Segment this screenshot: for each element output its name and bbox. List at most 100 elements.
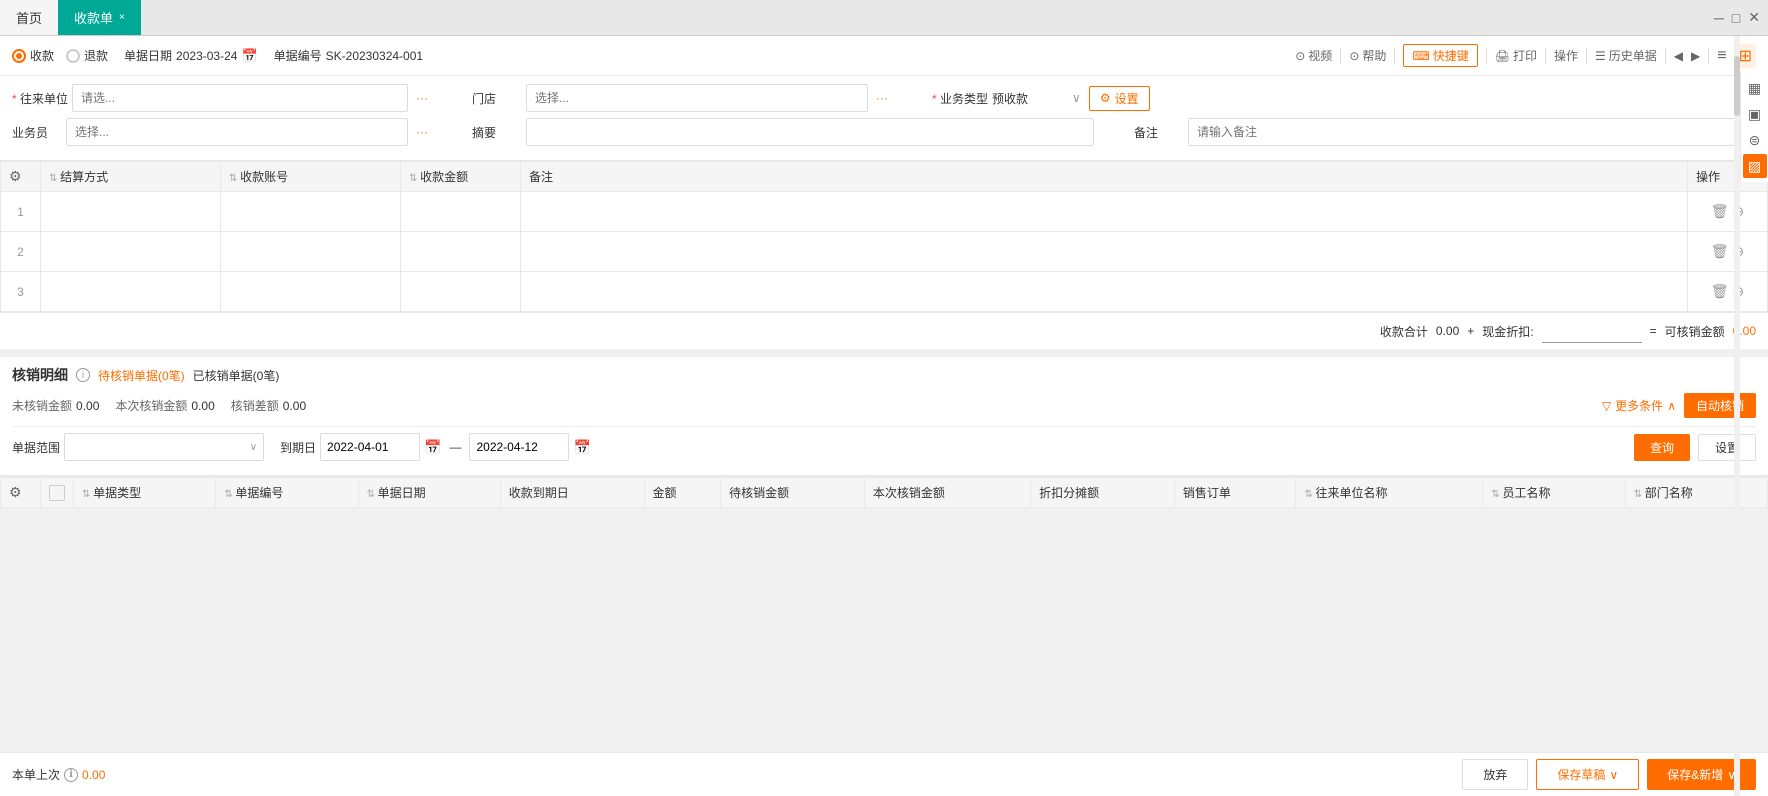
row-account-3[interactable] xyxy=(221,272,401,312)
summary-input[interactable] xyxy=(526,118,1094,146)
select-arrow-icon: ∨ xyxy=(250,442,257,453)
doc-type-radio-group: 收款 退款 xyxy=(12,47,108,64)
history-label: 历史单据 xyxy=(1609,47,1657,64)
maximize-button[interactable]: □ xyxy=(1732,10,1740,26)
sub-col-type: ⇅ 单据类型 xyxy=(74,478,216,508)
layout-list-icon[interactable]: ≡ xyxy=(1717,47,1726,65)
sort-cp-icon: ⇅ xyxy=(1304,489,1315,500)
video-icon: ⊙ xyxy=(1295,49,1305,63)
help-btn[interactable]: ⊙ 帮助 xyxy=(1349,47,1386,64)
store-field: 门店 ··· xyxy=(472,84,892,112)
staff-input[interactable] xyxy=(66,118,408,146)
note-field: 备注 xyxy=(1134,118,1756,146)
date-to-input[interactable] xyxy=(469,433,569,461)
calendar-from-icon[interactable]: 📅 xyxy=(424,439,441,456)
current-amount-value: 0.00 xyxy=(191,399,214,413)
discount-input[interactable] xyxy=(1542,319,1642,343)
video-btn[interactable]: ⊙ 视频 xyxy=(1295,47,1332,64)
minimize-button[interactable]: ─ xyxy=(1714,10,1724,26)
counterpart-more-icon[interactable]: ··· xyxy=(412,91,432,105)
row-settlement-3[interactable] xyxy=(41,272,221,312)
row-settlement-2[interactable] xyxy=(41,232,221,272)
sub-col-number: ⇅ 单据编号 xyxy=(216,478,358,508)
delete-row-2-icon[interactable]: 🗑 xyxy=(1711,243,1729,260)
toolbar-right: ⊙ 视频 ⊙ 帮助 ⌨ 快捷键 🖨 打印 操作 xyxy=(1295,44,1756,68)
sort-number-icon: ⇅ xyxy=(224,489,235,500)
radio-receipt[interactable]: 收款 xyxy=(12,47,54,64)
row-account-2[interactable] xyxy=(221,232,401,272)
staff-more-icon[interactable]: ··· xyxy=(412,125,432,139)
select-all-checkbox[interactable] xyxy=(49,485,65,501)
divider2 xyxy=(1394,48,1395,64)
tab-home[interactable]: 首页 xyxy=(0,0,58,35)
print-btn[interactable]: 🖨 打印 xyxy=(1495,47,1537,64)
history-btn[interactable]: ☰ 历史单据 xyxy=(1595,47,1657,64)
range-field: 单据范围 ∨ xyxy=(12,433,264,461)
business-type-chevron[interactable]: ∨ xyxy=(1072,91,1081,105)
sub-col-settings[interactable]: ⚙ xyxy=(1,478,41,508)
table-settings-icon[interactable]: ⚙ xyxy=(9,168,22,184)
delete-row-3-icon[interactable]: 🗑 xyxy=(1711,283,1729,300)
sub-col-checkbox[interactable] xyxy=(41,478,74,508)
row-note-2[interactable] xyxy=(521,232,1688,272)
toolbar: 收款 退款 单据日期 2023-03-24 📅 单据编号 SK-20230324… xyxy=(0,36,1768,76)
filter-settings-button[interactable]: 设置 xyxy=(1698,434,1756,461)
row-note-1[interactable] xyxy=(521,192,1688,232)
store-label: 门店 xyxy=(472,90,522,107)
date-label: 单据日期 xyxy=(124,47,172,64)
store-more-icon[interactable]: ··· xyxy=(872,91,892,105)
sidebar-expand-icon[interactable]: ▨ xyxy=(1743,154,1767,178)
row-account-1[interactable] xyxy=(221,192,401,232)
close-window-button[interactable]: ✕ xyxy=(1748,9,1760,26)
note-input[interactable] xyxy=(1188,118,1756,146)
nav-next-icon[interactable]: ▶ xyxy=(1691,49,1700,63)
info-icon[interactable]: i xyxy=(76,368,90,382)
pending-tab[interactable]: 待核销单据(0笔) xyxy=(98,367,185,384)
row-amount-1[interactable] xyxy=(401,192,521,232)
sidebar-table-icon[interactable]: ▦ xyxy=(1743,76,1767,100)
operation-btn[interactable]: 操作 xyxy=(1554,47,1578,64)
radio-refund[interactable]: 退款 xyxy=(66,47,108,64)
row-settlement-1[interactable] xyxy=(41,192,221,232)
equals-sign: = xyxy=(1650,324,1657,338)
auto-verify-button[interactable]: 自动核销 xyxy=(1684,393,1756,418)
sub-col-amount: 金额 xyxy=(644,478,721,508)
sidebar-form-icon[interactable]: ▣ xyxy=(1743,102,1767,126)
table-row: 2 🗑 ⊕ xyxy=(1,232,1768,272)
more-conditions-btn[interactable]: ▽ 更多条件 ∧ xyxy=(1602,397,1676,414)
sub-col-dept: ⇅ 部门名称 xyxy=(1625,478,1767,508)
col-settings[interactable]: ⚙ xyxy=(1,162,41,192)
abandon-button[interactable]: 放弃 xyxy=(1462,759,1528,790)
date-from-input[interactable] xyxy=(320,433,420,461)
store-input[interactable] xyxy=(526,84,868,112)
row-amount-3[interactable] xyxy=(401,272,521,312)
tab-receipt[interactable]: 收款单 × xyxy=(58,0,141,35)
shortcut-btn[interactable]: ⌨ 快捷键 xyxy=(1403,44,1477,67)
sub-col-current: 本次核销金额 xyxy=(864,478,1030,508)
summary-row: 收款合计 0.00 + 现金折扣: = 可核销金额 0.00 xyxy=(0,312,1768,349)
counterpart-input[interactable] xyxy=(72,84,408,112)
bottom-info-icon[interactable]: ℹ xyxy=(64,768,78,782)
staff-field: 业务员 ··· xyxy=(12,118,432,146)
nav-prev-icon[interactable]: ◀ xyxy=(1674,49,1683,63)
number-label: 单据编号 xyxy=(274,47,322,64)
row-note-3[interactable] xyxy=(521,272,1688,312)
delete-row-1-icon[interactable]: 🗑 xyxy=(1711,203,1729,220)
number-value[interactable]: SK-20230324-001 xyxy=(326,49,423,63)
verified-tab[interactable]: 已核销单据(0笔) xyxy=(193,367,280,384)
range-select[interactable]: ∨ xyxy=(64,433,264,461)
query-button[interactable]: 查询 xyxy=(1634,434,1690,461)
right-sidebar: ▦ ▣ ⊜ ▨ xyxy=(1740,72,1768,182)
row-amount-2[interactable] xyxy=(401,232,521,272)
sidebar-link-icon[interactable]: ⊜ xyxy=(1743,128,1767,152)
settings-button[interactable]: ⚙ 设置 xyxy=(1089,86,1150,111)
summary-field: 摘要 xyxy=(472,118,1094,146)
calendar-icon[interactable]: 📅 xyxy=(241,48,257,64)
save-draft-button[interactable]: 保存草稿 ∨ xyxy=(1536,759,1639,790)
date-value[interactable]: 2023-03-24 xyxy=(176,49,237,63)
sub-table-settings-icon[interactable]: ⚙ xyxy=(9,484,22,500)
tab-close-icon[interactable]: × xyxy=(119,12,125,23)
calendar-to-icon[interactable]: 📅 xyxy=(573,439,590,456)
more-conditions-label: 更多条件 xyxy=(1615,397,1663,414)
print-icon: 🖨 xyxy=(1495,49,1510,63)
